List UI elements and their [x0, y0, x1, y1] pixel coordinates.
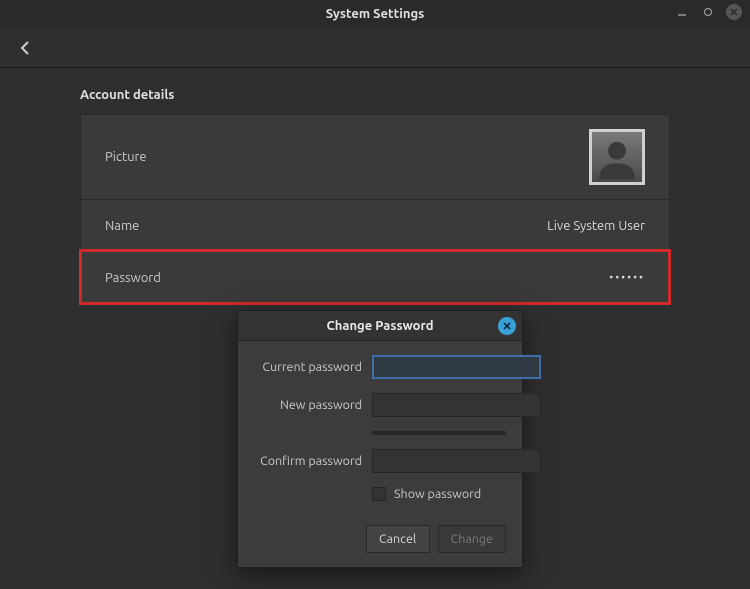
password-value: •••••• [609, 272, 645, 284]
change-password-dialog: Change Password Current password New pas… [237, 310, 523, 568]
show-password-row: Show password [372, 487, 506, 501]
row-name[interactable]: Name Live System User [81, 199, 669, 251]
picture-label: Picture [105, 150, 147, 164]
confirm-password-input[interactable] [372, 449, 541, 473]
current-password-label: Current password [254, 360, 362, 374]
form-row-confirm: Confirm password [254, 449, 506, 473]
form-row-current: Current password [254, 355, 506, 379]
window-title: System Settings [326, 7, 425, 21]
show-password-label[interactable]: Show password [394, 487, 481, 501]
account-details-panel: Picture Name Live System User Password •… [80, 114, 670, 304]
password-strength-bar [372, 431, 506, 435]
dialog-body: Current password New password Confirm pa… [238, 341, 522, 501]
confirm-password-label: Confirm password [254, 454, 362, 468]
name-value: Live System User [547, 219, 645, 233]
toolbar [0, 28, 750, 68]
row-password[interactable]: Password •••••• [81, 251, 669, 303]
password-label: Password [105, 271, 161, 285]
content-area: Account details Picture Name Live System… [0, 68, 750, 304]
back-button[interactable] [12, 34, 40, 62]
change-button[interactable]: Change [438, 525, 506, 553]
maximize-icon[interactable] [700, 4, 716, 20]
minimize-icon[interactable] [674, 4, 690, 20]
dialog-close-button[interactable] [498, 317, 516, 335]
dialog-title: Change Password [326, 319, 433, 333]
name-label: Name [105, 219, 139, 233]
new-password-label: New password [254, 398, 362, 412]
window-titlebar: System Settings [0, 0, 750, 28]
dialog-footer: Cancel Change [238, 515, 522, 567]
current-password-input[interactable] [372, 355, 541, 379]
close-icon[interactable] [726, 4, 742, 20]
show-password-checkbox[interactable] [372, 487, 386, 501]
row-picture[interactable]: Picture [81, 115, 669, 199]
avatar[interactable] [589, 129, 645, 185]
window-controls [674, 4, 742, 20]
new-password-input[interactable] [372, 393, 541, 417]
section-title: Account details [80, 88, 670, 102]
form-row-new: New password [254, 393, 506, 417]
dialog-titlebar: Change Password [238, 311, 522, 341]
cancel-button[interactable]: Cancel [366, 525, 430, 553]
